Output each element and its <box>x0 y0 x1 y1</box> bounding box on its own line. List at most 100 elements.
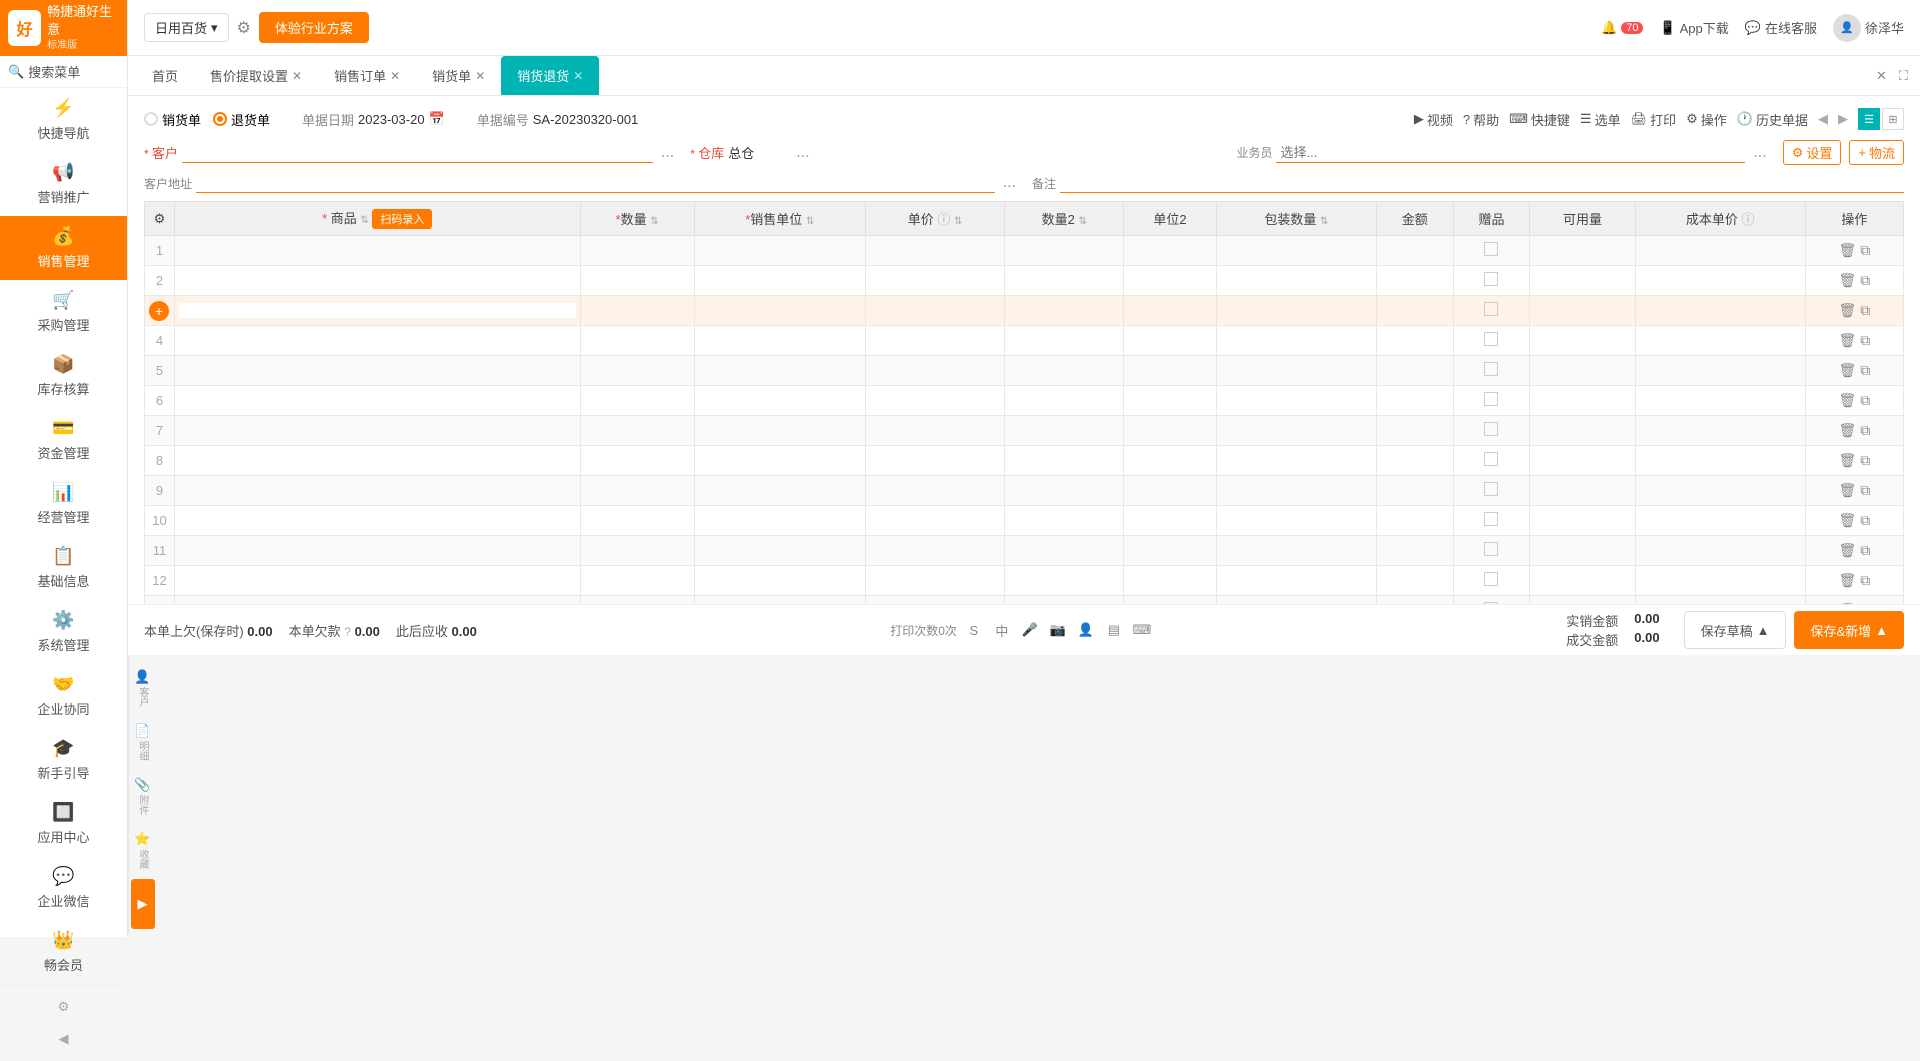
col-gear[interactable]: ⚙ <box>145 202 175 236</box>
copy-row-btn[interactable]: ⧉ <box>1858 300 1872 321</box>
tab-expand-btn[interactable]: ⛶ <box>1895 64 1912 88</box>
add-row-btn[interactable]: + <box>149 301 169 321</box>
delete-row-btn[interactable]: 🗑 <box>1837 390 1859 411</box>
right-panel-attachment[interactable]: 📎 附件 <box>131 771 155 821</box>
product-input[interactable] <box>179 303 576 318</box>
radio-sale[interactable]: 销货单 <box>144 110 201 129</box>
right-panel-detail[interactable]: 📄 明细 <box>131 717 155 767</box>
tab-sales-order[interactable]: 销售订单 ✕ <box>318 56 416 95</box>
sort-icon[interactable]: ⇅ <box>806 216 814 227</box>
copy-row-btn[interactable]: ⧉ <box>1858 240 1872 261</box>
gift-checkbox[interactable] <box>1484 512 1498 526</box>
delete-row-btn[interactable]: 🗑 <box>1837 270 1859 291</box>
mic-icon[interactable]: 🎤 <box>1019 619 1041 641</box>
sidebar-item-purchase[interactable]: 🛒 采购管理 <box>0 280 127 344</box>
sidebar-settings-btn[interactable]: ⚙ <box>0 991 127 1023</box>
address-input[interactable] <box>196 173 995 193</box>
toolbar-select[interactable]: ☰ 选单 <box>1580 110 1621 129</box>
product-cell[interactable] <box>175 446 581 476</box>
experience-btn[interactable]: 体验行业方案 <box>259 12 369 43</box>
gift-checkbox[interactable] <box>1484 272 1498 286</box>
sort-icon[interactable]: ⇅ <box>360 215 368 226</box>
gift-checkbox[interactable] <box>1484 392 1498 406</box>
gift-checkbox[interactable] <box>1484 362 1498 376</box>
tab-sales[interactable]: 销货单 ✕ <box>416 56 501 95</box>
right-panel-favorite[interactable]: ⭐ 收藏 <box>131 825 155 875</box>
copy-row-btn[interactable]: ⧉ <box>1858 330 1872 351</box>
copy-row-btn[interactable]: ⧉ <box>1858 360 1872 381</box>
industry-select[interactable]: 日用百货 ▾ <box>144 13 229 42</box>
sidebar-item-quick-nav[interactable]: ⚡ 快捷导航 <box>0 88 127 152</box>
toolbar-history[interactable]: 🕐 历史单据 <box>1737 110 1808 129</box>
sort-icon[interactable]: ⇅ <box>1320 216 1328 227</box>
right-panel-customer[interactable]: 👤 客户 <box>131 663 155 713</box>
sidebar-item-collab[interactable]: 🤝 企业协同 <box>0 664 127 728</box>
staff-input[interactable] <box>1276 143 1745 163</box>
copy-row-btn[interactable]: ⧉ <box>1858 270 1872 291</box>
product-cell[interactable] <box>175 416 581 446</box>
keyboard-icon[interactable]: ⌨ <box>1131 619 1153 641</box>
sidebar-item-search[interactable]: 🔍 搜索菜单 <box>0 56 127 88</box>
delete-row-btn[interactable]: 🗑 <box>1837 510 1859 531</box>
copy-row-btn[interactable]: ⧉ <box>1858 570 1872 591</box>
address-lookup-btn[interactable]: ... <box>1003 174 1016 192</box>
topbar-gear-icon[interactable]: ⚙ <box>237 18 251 38</box>
user-avatar[interactable]: 👤 徐泽华 <box>1833 14 1904 42</box>
notification-btn[interactable]: 🔔 70 <box>1601 20 1643 36</box>
radio-return[interactable]: 退货单 <box>213 110 270 129</box>
remark-input[interactable] <box>1060 173 1904 193</box>
delete-row-btn[interactable]: 🗑 <box>1837 330 1859 351</box>
delete-row-btn[interactable]: 🗑 <box>1837 480 1859 501</box>
tab-home[interactable]: 首页 <box>136 56 194 95</box>
delete-row-btn[interactable]: 🗑 <box>1837 300 1859 321</box>
product-cell[interactable] <box>175 266 581 296</box>
grid-view-btn[interactable]: ⊞ <box>1882 108 1904 130</box>
toolbar-video[interactable]: ▶ 视频 <box>1414 110 1453 129</box>
product-cell[interactable] <box>175 326 581 356</box>
copy-row-btn[interactable]: ⧉ <box>1858 540 1872 561</box>
gift-checkbox[interactable] <box>1484 422 1498 436</box>
sort-icon[interactable]: ⇅ <box>1079 216 1087 227</box>
sidebar-item-finance[interactable]: 💳 资金管理 <box>0 408 127 472</box>
sidebar-item-system[interactable]: ⚙️ 系统管理 <box>0 600 127 664</box>
zh-icon[interactable]: 中 <box>991 619 1013 641</box>
gift-checkbox[interactable] <box>1484 482 1498 496</box>
sidebar-collapse-btn[interactable]: ◀ <box>0 1023 127 1055</box>
product-cell[interactable] <box>175 236 581 266</box>
scan-btn[interactable]: 扫码录入 <box>372 209 432 229</box>
tab-close-icon[interactable]: ✕ <box>390 69 400 83</box>
delete-row-btn[interactable]: 🗑 <box>1837 540 1859 561</box>
customer-input[interactable] <box>182 143 653 163</box>
warehouse-lookup-btn[interactable]: ... <box>796 144 809 162</box>
save-new-btn[interactable]: 保存&新增 ▲ <box>1794 611 1904 649</box>
product-cell[interactable] <box>175 596 581 605</box>
customer-lookup-btn[interactable]: ... <box>661 144 674 162</box>
input-method-icon[interactable]: S <box>963 619 985 641</box>
tab-close-icon[interactable]: ✕ <box>475 69 485 83</box>
tab-close-btn[interactable]: ✕ <box>1872 64 1891 88</box>
list-view-btn[interactable]: ☰ <box>1858 108 1880 130</box>
nav-next-icon[interactable]: ▶ <box>1838 111 1848 127</box>
help-icon[interactable]: ? <box>344 625 351 639</box>
product-cell[interactable] <box>175 386 581 416</box>
delete-row-btn[interactable]: 🗑 <box>1837 360 1859 381</box>
logistics-btn[interactable]: + 物流 <box>1849 140 1904 165</box>
sidebar-item-app-center[interactable]: 🔲 应用中心 <box>0 792 127 856</box>
sort-icon[interactable]: ⇅ <box>954 216 962 227</box>
camera-icon[interactable]: 📷 <box>1047 619 1069 641</box>
product-cell[interactable] <box>175 566 581 596</box>
person-icon[interactable]: 👤 <box>1075 619 1097 641</box>
copy-row-btn[interactable]: ⧉ <box>1858 420 1872 441</box>
gift-checkbox[interactable] <box>1484 572 1498 586</box>
sidebar-item-marketing[interactable]: 📢 营销推广 <box>0 152 127 216</box>
toolbar-operate[interactable]: ⚙ 操作 <box>1686 110 1727 129</box>
tab-close-icon[interactable]: ✕ <box>292 69 302 83</box>
copy-row-btn[interactable]: ⧉ <box>1858 390 1872 411</box>
nav-prev-icon[interactable]: ◀ <box>1818 111 1828 127</box>
gift-checkbox[interactable] <box>1484 242 1498 256</box>
app-download-btn[interactable]: 📱 App下载 <box>1659 18 1728 37</box>
tab-return[interactable]: 销货退货 ✕ <box>501 56 599 95</box>
product-cell[interactable] <box>175 506 581 536</box>
product-cell[interactable] <box>175 296 581 326</box>
right-panel-more[interactable]: ▶ <box>131 879 155 929</box>
